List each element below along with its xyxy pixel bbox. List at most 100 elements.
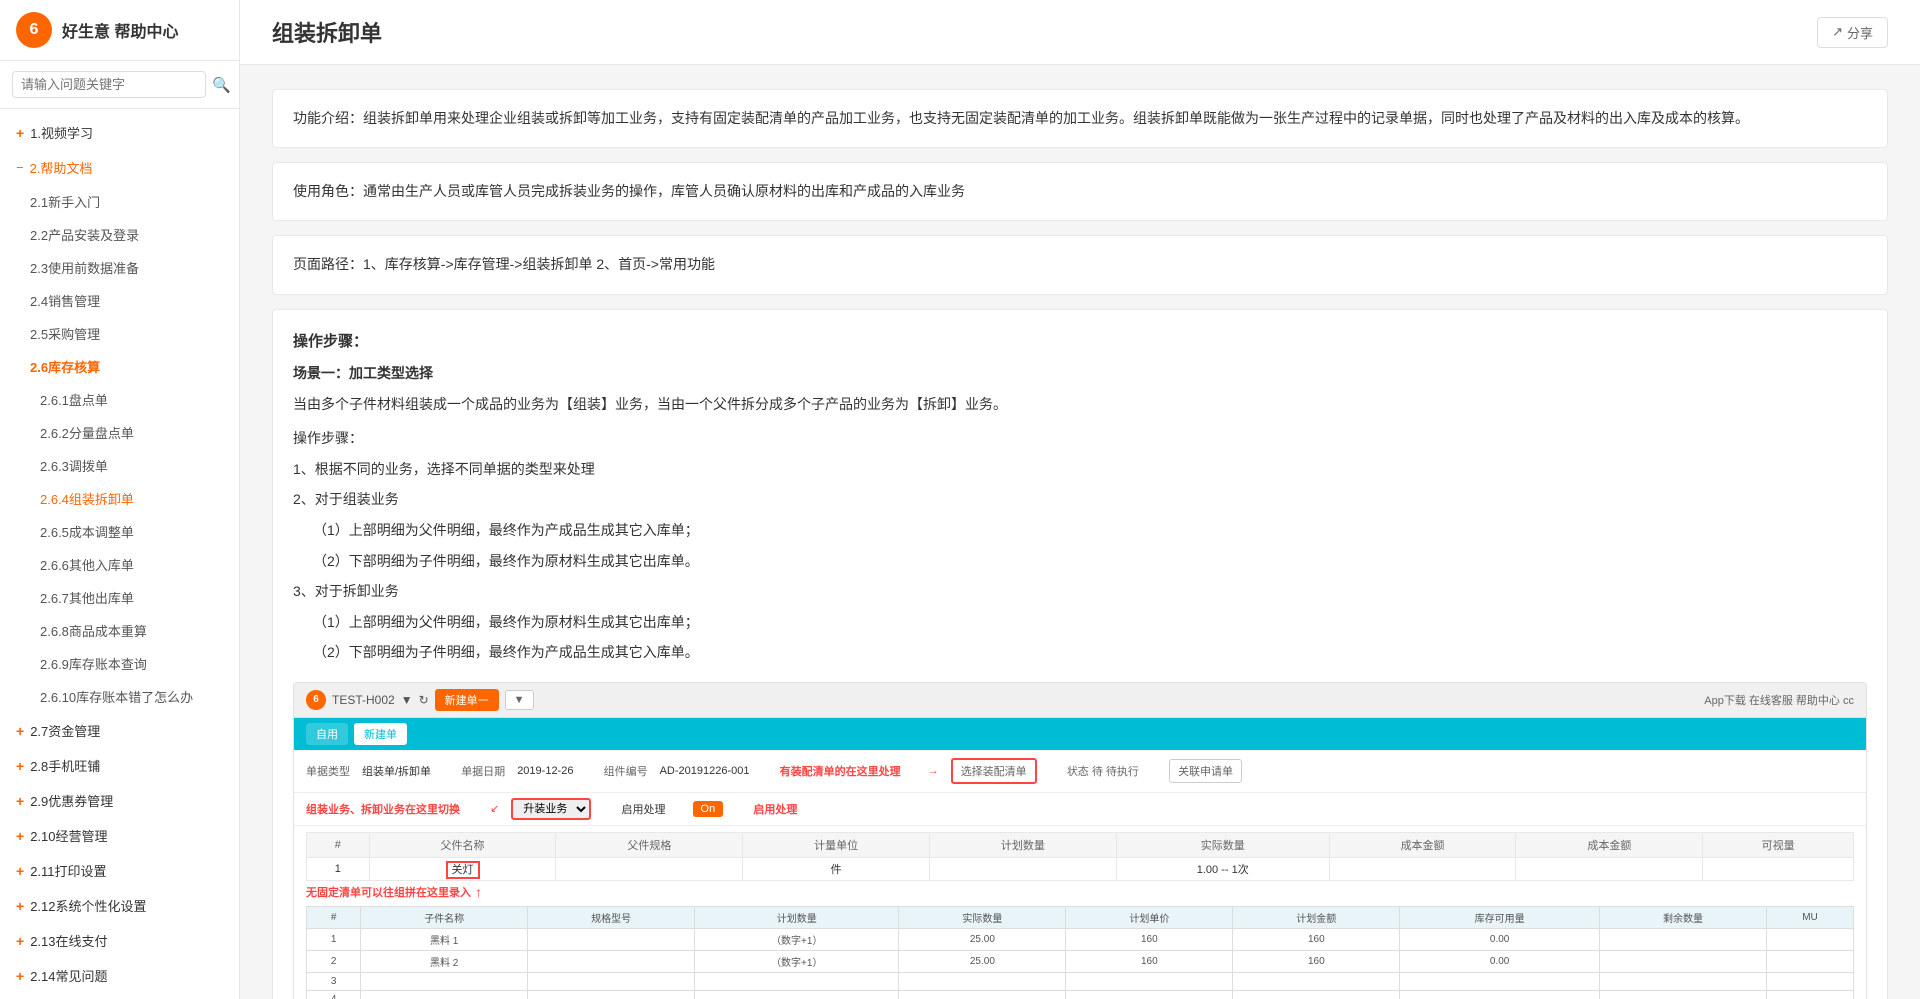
- sidebar-item-211[interactable]: + 2.11打印设置: [0, 853, 239, 888]
- sc-dropdown: ▼: [401, 693, 413, 707]
- sc-tab-new[interactable]: 新建单: [354, 723, 407, 745]
- scene1-desc: 当由多个子件材料组装成一个成品的业务为【组装】业务，当由一个父件拆分成多个子产品…: [293, 391, 1867, 418]
- sidebar-subitem-267[interactable]: 2.6.7其他出库单: [0, 581, 239, 614]
- sidebar-item-label: 2.10经营管理: [30, 826, 107, 845]
- sc-sth-remain: 剩余数量: [1599, 906, 1766, 928]
- sidebar-subitem-24[interactable]: 2.4销售管理: [0, 284, 239, 317]
- sidebar-item-label: 2.12系统个性化设置: [30, 896, 146, 915]
- sidebar-subitem-265[interactable]: 2.6.5成本调整单: [0, 515, 239, 548]
- sidebar-subitem-268[interactable]: 2.6.8商品成本重算: [0, 614, 239, 647]
- sidebar-item-210[interactable]: + 2.10经营管理: [0, 818, 239, 853]
- sidebar-item-29[interactable]: + 2.9优惠券管理: [0, 783, 239, 818]
- operations-title: 操作步骤：: [293, 330, 1867, 351]
- sc-logo: 6: [306, 690, 326, 710]
- sc-td-parent-name: 关灯: [369, 857, 556, 880]
- sc-th-num: #: [307, 832, 370, 857]
- sidebar-item-215[interactable]: + 2.15操作案例: [0, 993, 239, 999]
- sidebar-item-video[interactable]: + 1.视频学习: [0, 115, 239, 150]
- sidebar-item-213[interactable]: + 2.13在线支付: [0, 923, 239, 958]
- role-text: 使用角色：通常由生产人员或库管人员完成拆装业务的操作，库管人员确认原材料的出库和…: [293, 183, 965, 199]
- share-button[interactable]: ↗ 分享: [1817, 17, 1888, 48]
- step2: 2、对于组装业务: [293, 486, 1867, 513]
- sc-topbar-left: 6 TEST-H002 ▼ ↻ 新建单一 ▼: [306, 689, 534, 711]
- sc-th-actual-qty: 实际数量: [1116, 832, 1329, 857]
- sc-type-value: 组装单/拆卸单: [362, 763, 431, 779]
- sc-td-cost1: [1329, 857, 1516, 880]
- sidebar-subitem-25[interactable]: 2.5采购管理: [0, 317, 239, 350]
- sc-sth-stock: 库存可用量: [1400, 906, 1600, 928]
- share-icon: ↗: [1832, 24, 1843, 40]
- sc-right-icons: App下载 在线客服 帮助中心 cc: [1704, 692, 1854, 708]
- nav-section: + 1.视频学习 − 2.帮助文档 2.1新手入门 2.2产品安装及登录 2.3…: [0, 109, 239, 999]
- sidebar-header: 6 好生意 帮助中心: [0, 0, 239, 61]
- sc-more-btn[interactable]: ▼: [505, 690, 534, 710]
- sidebar-item-label: 2.9优惠券管理: [30, 791, 113, 810]
- expand-icon: +: [16, 828, 24, 844]
- sc-apply-label: 启用处理: [621, 801, 665, 817]
- sc-child-table: # 子件名称 规格型号 计划数量 实际数量 计划单价 计划金额 库存可用量 剩余…: [306, 906, 1854, 999]
- table-row: 1 关灯 件 1.00 -- 1次: [307, 857, 1854, 880]
- table-row: 3: [307, 972, 1854, 990]
- sc-relate-btn[interactable]: 关联申请单: [1169, 759, 1242, 783]
- sidebar-item-27[interactable]: + 2.7资金管理: [0, 713, 239, 748]
- sidebar-item-label: 1.视频学习: [30, 123, 93, 142]
- page-title: 组装拆卸单: [272, 16, 382, 48]
- sidebar-item-214[interactable]: + 2.14常见问题: [0, 958, 239, 993]
- sc-sth-plan-qty: 计划数量: [695, 906, 899, 928]
- sc-annotation1: 有装配清单的在这里处理: [780, 763, 901, 779]
- sidebar-subitem-269[interactable]: 2.6.9库存账本查询: [0, 647, 239, 680]
- sc-td-actual: 1.00 -- 1次: [1116, 857, 1329, 880]
- sidebar-item-docs[interactable]: − 2.帮助文档: [0, 150, 239, 185]
- sc-th-parent-name: 父件名称: [369, 832, 556, 857]
- sidebar-subitem-23[interactable]: 2.3使用前数据准备: [0, 251, 239, 284]
- sc-parent-name-cell: 关灯: [446, 861, 480, 879]
- sc-apply-btn[interactable]: On: [693, 801, 724, 817]
- sidebar-subitem-266[interactable]: 2.6.6其他入库单: [0, 548, 239, 581]
- sc-sth-actual-qty: 实际数量: [899, 906, 1066, 928]
- search-bar: 🔍: [0, 61, 239, 109]
- sc-th-cost1: 成本金额: [1329, 832, 1516, 857]
- sidebar-subitem-264[interactable]: 2.6.4组装拆卸单: [0, 482, 239, 515]
- sc-form-wrapper: 单据类型 组装单/拆卸单 单据日期 2019-12-26 组件编号 AD-201…: [294, 750, 1866, 999]
- path-text: 页面路径：1、库存核算->库存管理->组装拆卸单 2、首页->常用功能: [293, 256, 715, 272]
- sidebar-item-label: 2.14常见问题: [30, 966, 107, 985]
- step3-1: （1）上部明细为父件明细，最终作为原材料生成其它出库单；: [293, 609, 1867, 636]
- sidebar-subitem-26[interactable]: 2.6库存核算: [0, 350, 239, 383]
- sidebar-subitem-21[interactable]: 2.1新手入门: [0, 185, 239, 218]
- sc-td-plan: [930, 857, 1117, 880]
- sidebar-subitem-2610[interactable]: 2.6.10库存账本错了怎么办: [0, 680, 239, 713]
- sc-type-label: 单据类型: [306, 763, 350, 779]
- sc-th-plan-qty: 计划数量: [930, 832, 1117, 857]
- sc-parent-table: # 父件名称 父件规格 计量单位 计划数量 实际数量 成本金额 成本金额 可视量: [306, 832, 1854, 881]
- intro-block: 功能介绍：组装拆卸单用来处理企业组装或拆卸等加工业务，支持有固定装配清单的产品加…: [272, 89, 1888, 148]
- sc-annotation3: 启用处理: [753, 801, 797, 817]
- sc-select-bom-btn[interactable]: 选择装配清单: [951, 758, 1037, 784]
- search-input[interactable]: [12, 71, 206, 98]
- sidebar-subitem-262[interactable]: 2.6.2分量盘点单: [0, 416, 239, 449]
- sc-new-btn[interactable]: 新建单一: [435, 689, 499, 711]
- sidebar-item-28[interactable]: + 2.8手机旺铺: [0, 748, 239, 783]
- step1: 1、根据不同的业务，选择不同单据的类型来处理: [293, 456, 1867, 483]
- search-button[interactable]: 🔍: [212, 76, 231, 94]
- sidebar-item-212[interactable]: + 2.12系统个性化设置: [0, 888, 239, 923]
- sc-sth-spec: 规格型号: [528, 906, 695, 928]
- sidebar-subitem-263[interactable]: 2.6.3调拨单: [0, 449, 239, 482]
- brand-name: 好生意 帮助中心: [62, 18, 178, 42]
- sidebar-item-label: 2.帮助文档: [30, 158, 93, 177]
- expand-icon: +: [16, 898, 24, 914]
- share-label: 分享: [1847, 23, 1873, 42]
- sc-sth-plan-price: 计划单价: [1066, 906, 1233, 928]
- scene1-title: 场景一：加工类型选择: [293, 363, 1867, 383]
- expand-icon: +: [16, 758, 24, 774]
- sc-refresh[interactable]: ↻: [419, 693, 429, 707]
- sc-td-num: 1: [307, 857, 370, 880]
- sc-td-cost2: [1516, 857, 1703, 880]
- sc-tab-ziyon[interactable]: 自用: [306, 723, 348, 745]
- sc-appname: TEST-H002: [332, 693, 395, 707]
- path-block: 页面路径：1、库存核算->库存管理->组装拆卸单 2、首页->常用功能: [272, 235, 1888, 294]
- main-content: 组装拆卸单 ↗ 分享 功能介绍：组装拆卸单用来处理企业组装或拆卸等加工业务，支持…: [240, 0, 1920, 999]
- steps-intro: 操作步骤：: [293, 425, 1867, 452]
- sidebar-subitem-261[interactable]: 2.6.1盘点单: [0, 383, 239, 416]
- sidebar-subitem-22[interactable]: 2.2产品安装及登录: [0, 218, 239, 251]
- sc-type-select[interactable]: 升装业务: [511, 798, 591, 820]
